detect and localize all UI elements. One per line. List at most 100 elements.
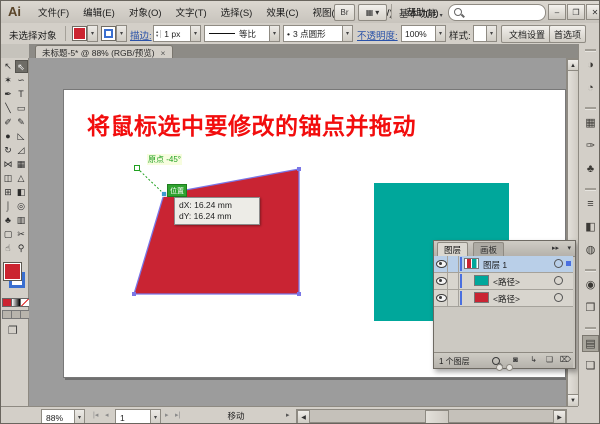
- artboard-number-field[interactable]: 1: [115, 409, 155, 423]
- tool-rotate[interactable]: ↻: [2, 144, 15, 157]
- layer-row[interactable]: ▼图层 1: [434, 256, 573, 273]
- eye-icon[interactable]: [436, 294, 447, 302]
- window-resize-corner[interactable]: [578, 406, 599, 423]
- dock-graphic-styles-icon[interactable]: ❒: [582, 300, 599, 317]
- tool-paintbrush[interactable]: ✐: [2, 116, 15, 129]
- tool-hand[interactable]: ☝: [2, 242, 15, 255]
- new-sublayer-icon[interactable]: ↳: [527, 354, 540, 366]
- dock-group-handle[interactable]: [585, 107, 596, 110]
- minimize-button[interactable]: –: [548, 4, 566, 20]
- panel-resize-grip[interactable]: [496, 364, 503, 371]
- layer-thumbnail[interactable]: [464, 258, 479, 269]
- previous-artboard-icon[interactable]: ◂: [105, 411, 109, 419]
- tool-blob-brush[interactable]: ●: [2, 130, 15, 143]
- arrange-documents-button[interactable]: ▦ ▾: [358, 4, 387, 21]
- last-artboard-icon[interactable]: ▸|: [175, 411, 180, 419]
- style-dropdown[interactable]: ▾: [486, 25, 497, 42]
- tool-eyedropper[interactable]: ⌡: [2, 200, 15, 213]
- fill-color-dropdown[interactable]: ▾: [87, 25, 98, 42]
- dock-layers-icon[interactable]: ▤: [582, 335, 599, 352]
- lock-cell[interactable]: [447, 290, 459, 306]
- scroll-right-icon[interactable]: ▶: [553, 410, 566, 423]
- search-input[interactable]: [448, 4, 546, 21]
- new-layer-icon[interactable]: ❏: [543, 354, 556, 366]
- menu-object[interactable]: 对象(O): [122, 5, 169, 19]
- anchor-point[interactable]: [297, 167, 301, 171]
- tool-selection[interactable]: ↖: [2, 60, 15, 73]
- layer-name[interactable]: <路径>: [493, 293, 520, 305]
- tab-layers[interactable]: 图层: [437, 242, 469, 257]
- eye-icon[interactable]: [436, 260, 447, 268]
- target-circle-icon[interactable]: [554, 259, 563, 268]
- stroke-weight-dropdown[interactable]: ▾: [190, 25, 201, 42]
- opacity-panel-link[interactable]: 不透明度:: [357, 28, 398, 42]
- dock-gradient-icon[interactable]: ◧: [582, 219, 599, 236]
- document-setup-button[interactable]: 文档设置: [501, 25, 554, 43]
- lock-cell[interactable]: [447, 256, 459, 272]
- screen-mode-icon[interactable]: ❐: [8, 324, 18, 337]
- menu-select[interactable]: 选择(S): [214, 5, 260, 19]
- width-profile-dropdown[interactable]: ▾: [269, 25, 280, 42]
- dock-brushes-icon[interactable]: ✑: [582, 138, 599, 155]
- artboard-number-dropdown[interactable]: ▾: [150, 409, 161, 423]
- fill-proxy-swatch[interactable]: [3, 262, 22, 281]
- layer-thumbnail[interactable]: [474, 275, 489, 286]
- layer-row[interactable]: <路径>: [434, 290, 573, 307]
- tool-line-segment[interactable]: ╲: [2, 102, 15, 115]
- stepper-icon[interactable]: ▴ ▾: [154, 29, 162, 38]
- tool-pencil[interactable]: ✎: [15, 116, 28, 129]
- menu-effect[interactable]: 效果(C): [259, 5, 305, 19]
- eye-icon[interactable]: [436, 277, 447, 285]
- layer-thumbnail[interactable]: [474, 292, 489, 303]
- tool-column-graph[interactable]: ▥: [15, 214, 28, 227]
- opacity-dropdown[interactable]: ▾: [435, 25, 446, 42]
- next-artboard-icon[interactable]: ▸: [165, 411, 169, 419]
- dock-symbols-icon[interactable]: ♣: [582, 161, 599, 178]
- dragged-anchor-point[interactable]: [161, 191, 167, 197]
- brush-dropdown[interactable]: ▾: [342, 25, 353, 42]
- tab-artboards[interactable]: 画板: [473, 242, 505, 257]
- stroke-color-dropdown[interactable]: ▾: [116, 25, 127, 42]
- visibility-cell[interactable]: [434, 290, 448, 306]
- layer-name[interactable]: 图层 1: [483, 259, 507, 271]
- horizontal-scrollbar[interactable]: ◀ ▶: [296, 409, 567, 423]
- close-button[interactable]: ✕: [586, 4, 599, 20]
- tool-type[interactable]: T: [15, 88, 28, 101]
- tool-free-transform[interactable]: ▦: [15, 158, 28, 171]
- delete-layer-icon[interactable]: ⌦: [559, 354, 572, 366]
- tool-artboard[interactable]: ▢: [2, 228, 15, 241]
- brush-field[interactable]: • 3 点圆形: [283, 25, 343, 42]
- tool-slice[interactable]: ✂: [15, 228, 28, 241]
- dock-group-handle[interactable]: [585, 327, 596, 330]
- stroke-color-swatch[interactable]: [101, 26, 116, 41]
- anchor-point[interactable]: [132, 292, 136, 296]
- dock-stroke-icon[interactable]: ≡: [582, 196, 599, 213]
- dock-appearance-icon[interactable]: ◉: [582, 277, 599, 294]
- tool-lasso[interactable]: ∽: [15, 74, 28, 87]
- dock-group-handle[interactable]: [585, 49, 596, 52]
- menu-type[interactable]: 文字(T): [169, 5, 214, 19]
- panel-resize-grip[interactable]: [506, 364, 513, 371]
- dock-group-handle[interactable]: [585, 188, 596, 191]
- dock-color-icon[interactable]: ◑: [582, 57, 599, 74]
- opacity-field[interactable]: 100%: [401, 25, 436, 42]
- dock-color-guide-icon[interactable]: ◔: [582, 80, 599, 97]
- tool-blend[interactable]: ◎: [15, 200, 28, 213]
- stroke-weight-field[interactable]: ▴ ▾ 1 px: [153, 25, 191, 42]
- tool-rectangle[interactable]: ▭: [15, 102, 28, 115]
- tool-eraser[interactable]: ◺: [15, 130, 28, 143]
- workspace-switcher[interactable]: 基本功能 ▾: [399, 6, 443, 20]
- dock-group-handle[interactable]: [585, 269, 596, 272]
- tool-gradient[interactable]: ◧: [15, 186, 28, 199]
- tool-width[interactable]: ⋈: [2, 158, 15, 171]
- scroll-left-icon[interactable]: ◀: [297, 410, 310, 423]
- tool-perspective-grid[interactable]: △: [15, 172, 28, 185]
- tool-zoom[interactable]: ⚲: [15, 242, 28, 255]
- menu-file[interactable]: 文件(F): [31, 5, 76, 19]
- menu-edit[interactable]: 编辑(E): [76, 5, 122, 19]
- restore-button[interactable]: ❐: [567, 4, 585, 20]
- tool-magic-wand[interactable]: ✶: [2, 74, 15, 87]
- visibility-cell[interactable]: [434, 256, 448, 272]
- bridge-button[interactable]: Br: [334, 4, 355, 21]
- horizontal-scroll-thumb[interactable]: [425, 410, 449, 423]
